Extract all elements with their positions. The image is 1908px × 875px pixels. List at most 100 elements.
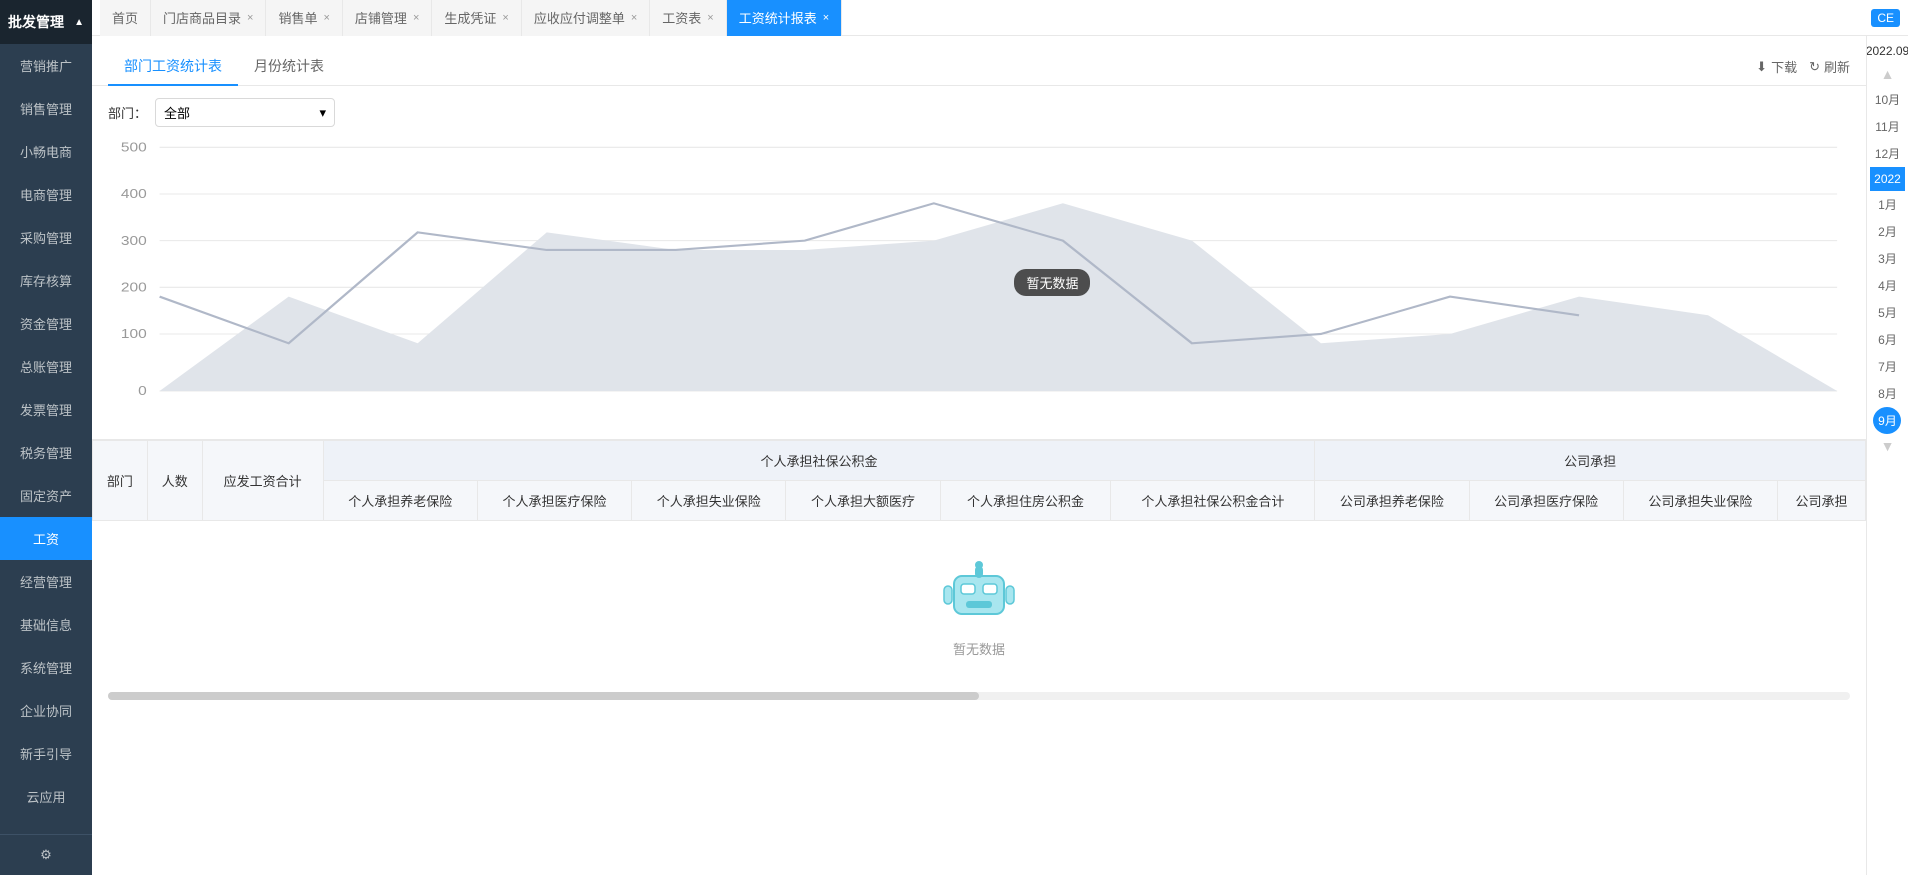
sidebar-item-发票管理[interactable]: 发票管理: [0, 388, 92, 431]
month-item-2月[interactable]: 2月: [1870, 218, 1905, 245]
tab-label: 工资统计报表: [739, 8, 817, 27]
tab-close-icon[interactable]: ×: [502, 12, 508, 24]
col-personal-pension: 个人承担养老保险: [323, 481, 477, 521]
horizontal-scrollbar[interactable]: [108, 692, 1850, 700]
month-item-9月[interactable]: 9月: [1873, 407, 1901, 434]
no-data-container: 暂无数据: [93, 521, 1866, 688]
no-data-row: 暂无数据: [93, 521, 1866, 689]
panel-up-arrow[interactable]: ▲: [1877, 62, 1899, 86]
sidebar-item-资金管理[interactable]: 资金管理: [0, 302, 92, 345]
chart-tooltip: 暂无数据: [1014, 269, 1090, 296]
svg-text:400: 400: [121, 187, 147, 201]
svg-text:500: 500: [121, 140, 147, 154]
col-company-pension: 公司承担养老保险: [1315, 481, 1469, 521]
tab-bar-actions: CE: [1867, 9, 1908, 27]
month-item-2022[interactable]: 2022: [1870, 167, 1905, 191]
ce-badge: CE: [1871, 9, 1900, 27]
month-item-6月[interactable]: 6月: [1870, 326, 1905, 353]
svg-text:100: 100: [121, 327, 147, 341]
sidebar-item-新手引导[interactable]: 新手引导: [0, 732, 92, 775]
tab-label: 首页: [112, 8, 138, 27]
table-area[interactable]: 部门 人数 应发工资合计 个人承担社保公积金 公司承担 个人承担养老保险 个人承…: [92, 439, 1866, 875]
sidebar-item-销售管理[interactable]: 销售管理: [0, 87, 92, 130]
tab-生成凭证[interactable]: 生成凭证×: [432, 0, 521, 36]
chart-area: 500 400 300 200 100 0: [92, 139, 1866, 439]
refresh-button[interactable]: ↻ 刷新: [1809, 57, 1850, 76]
month-item-1月[interactable]: 1月: [1870, 191, 1905, 218]
download-label: 下载: [1771, 57, 1797, 76]
col-total-salary: 应发工资合计: [202, 441, 323, 521]
sidebar-item-采购管理[interactable]: 采购管理: [0, 216, 92, 259]
tab-门店商品目录[interactable]: 门店商品目录×: [151, 0, 266, 36]
col-company-unemployment: 公司承担失业保险: [1623, 481, 1777, 521]
col-dept: 部门: [93, 441, 148, 521]
month-item-10月[interactable]: 10月: [1870, 86, 1905, 113]
col-personal-major-medical: 个人承担大额医疗: [786, 481, 940, 521]
month-item-12月[interactable]: 12月: [1870, 140, 1905, 167]
tab-店铺管理[interactable]: 店铺管理×: [343, 0, 432, 36]
sidebar-item-小畅电商[interactable]: 小畅电商: [0, 130, 92, 173]
month-item-7月[interactable]: 7月: [1870, 353, 1905, 380]
scrollbar-thumb[interactable]: [108, 692, 979, 700]
sidebar: 批发管理 ▲ 营销推广销售管理小畅电商电商管理采购管理库存核算资金管理总账管理发…: [0, 0, 92, 875]
sidebar-arrow-icon: ▲: [74, 17, 84, 28]
sub-tab-部门工资统计表[interactable]: 部门工资统计表: [108, 48, 238, 86]
right-panel-year-label[interactable]: 2022.09: [1866, 40, 1908, 62]
col-group-personal: 个人承担社保公积金: [323, 441, 1315, 481]
panel-down-arrow[interactable]: ▼: [1877, 434, 1899, 458]
svg-text:300: 300: [121, 233, 147, 247]
sidebar-item-库存核算[interactable]: 库存核算: [0, 259, 92, 302]
sidebar-item-固定资产[interactable]: 固定资产: [0, 474, 92, 517]
tab-close-icon[interactable]: ×: [823, 12, 829, 24]
chart-tooltip-text: 暂无数据: [1026, 276, 1078, 291]
dept-label: 部门：: [108, 103, 147, 122]
col-group-company: 公司承担: [1315, 441, 1866, 481]
tab-工资统计报表[interactable]: 工资统计报表 ×: [727, 0, 842, 36]
tab-工资表[interactable]: 工资表 ×: [650, 0, 726, 36]
tab-close-icon[interactable]: ×: [323, 12, 329, 24]
sidebar-header[interactable]: 批发管理 ▲: [0, 0, 92, 44]
sub-tab-月份统计表[interactable]: 月份统计表: [238, 48, 340, 86]
tab-close-icon[interactable]: ×: [631, 12, 637, 24]
sidebar-item-云应用[interactable]: 云应用: [0, 775, 92, 818]
toolbar: 部门： 全部 ▾: [92, 86, 1866, 139]
download-button[interactable]: ⬇ 下载: [1756, 57, 1797, 76]
sidebar-item-系统管理[interactable]: 系统管理: [0, 646, 92, 689]
col-headcount: 人数: [147, 441, 202, 521]
col-company-medical: 公司承担医疗保险: [1469, 481, 1623, 521]
col-personal-housing: 个人承担住房公积金: [940, 481, 1111, 521]
tab-close-icon[interactable]: ×: [707, 12, 713, 24]
download-icon: ⬇: [1756, 59, 1767, 75]
month-item-8月[interactable]: 8月: [1870, 380, 1905, 407]
tab-label: 销售单: [278, 8, 317, 27]
sidebar-item-总账管理[interactable]: 总账管理: [0, 345, 92, 388]
refresh-icon: ↻: [1809, 59, 1820, 75]
month-item-3月[interactable]: 3月: [1870, 245, 1905, 272]
no-data-icon: [939, 551, 1019, 631]
sidebar-item-企业协同[interactable]: 企业协同: [0, 689, 92, 732]
month-item-4月[interactable]: 4月: [1870, 272, 1905, 299]
data-table: 部门 人数 应发工资合计 个人承担社保公积金 公司承担 个人承担养老保险 个人承…: [92, 440, 1866, 688]
tab-首页[interactable]: 首页: [100, 0, 151, 36]
tab-close-icon[interactable]: ×: [247, 12, 253, 24]
dept-select-value: 全部: [164, 103, 190, 122]
tab-应收应付调整单[interactable]: 应收应付调整单×: [522, 0, 650, 36]
tab-label: 工资表: [662, 8, 701, 27]
sidebar-item-税务管理[interactable]: 税务管理: [0, 431, 92, 474]
sidebar-item-电商管理[interactable]: 电商管理: [0, 173, 92, 216]
col-company-other: 公司承担: [1777, 481, 1865, 521]
sidebar-item-工资[interactable]: 工资: [0, 517, 92, 560]
month-item-5月[interactable]: 5月: [1870, 299, 1905, 326]
dept-select[interactable]: 全部 ▾: [155, 98, 335, 127]
month-item-11月[interactable]: 11月: [1870, 113, 1905, 140]
no-data-text: 暂无数据: [953, 639, 1005, 658]
sidebar-item-经营管理[interactable]: 经营管理: [0, 560, 92, 603]
tab-销售单[interactable]: 销售单 ×: [266, 0, 342, 36]
svg-text:0: 0: [138, 384, 147, 398]
tab-close-icon[interactable]: ×: [413, 12, 419, 24]
sidebar-footer-settings[interactable]: ⚙: [0, 834, 92, 875]
toolbar-right-actions: ⬇ 下载 ↻ 刷新: [1756, 57, 1850, 76]
col-personal-total: 个人承担社保公积金合计: [1111, 481, 1315, 521]
sidebar-item-基础信息[interactable]: 基础信息: [0, 603, 92, 646]
sidebar-item-营销推广[interactable]: 营销推广: [0, 44, 92, 87]
